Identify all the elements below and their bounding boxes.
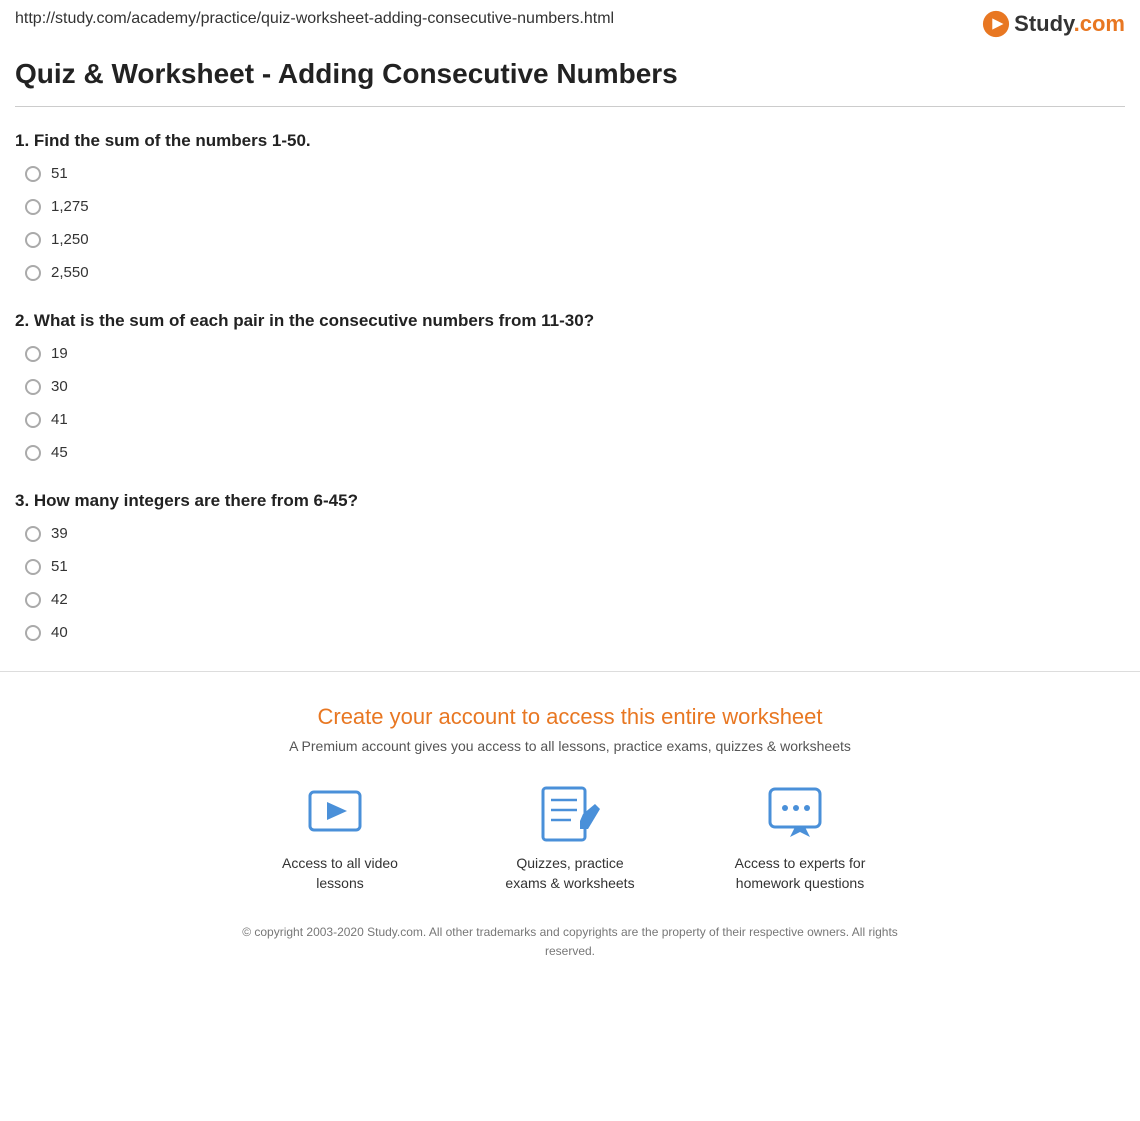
- question-1-text: 1. Find the sum of the numbers 1-50.: [15, 131, 1125, 151]
- cta-subtitle: A Premium account gives you access to al…: [20, 738, 1120, 754]
- feature-item-1: Access to all video lessons: [265, 784, 415, 893]
- answer-label-q3-o4: 40: [51, 624, 68, 641]
- question-1-option-2[interactable]: 1,275: [15, 198, 1125, 215]
- logo-icon: [982, 10, 1010, 38]
- radio-q3-o2[interactable]: [25, 559, 41, 575]
- answer-label-q2-o3: 41: [51, 411, 68, 428]
- question-3-option-4[interactable]: 40: [15, 624, 1125, 641]
- question-2-option-1[interactable]: 19: [15, 345, 1125, 362]
- question-2-option-4[interactable]: 45: [15, 444, 1125, 461]
- radio-q2-o4[interactable]: [25, 445, 41, 461]
- answer-label-q3-o2: 51: [51, 558, 68, 575]
- answer-label-q3-o3: 42: [51, 591, 68, 608]
- feature-label-2: Quizzes, practice exams & worksheets: [495, 854, 645, 893]
- answer-label-q1-o2: 1,275: [51, 198, 89, 215]
- question-2-text: 2. What is the sum of each pair in the c…: [15, 311, 1125, 331]
- feature-icon-expert: [765, 784, 835, 844]
- question-1-option-3[interactable]: 1,250: [15, 231, 1125, 248]
- page-title: Quiz & Worksheet - Adding Consecutive Nu…: [15, 58, 1125, 90]
- question-3: 3. How many integers are there from 6-45…: [15, 491, 1125, 641]
- question-1: 1. Find the sum of the numbers 1-50. 51 1,…: [15, 131, 1125, 281]
- feature-icon-quiz: [535, 784, 605, 844]
- answer-label-q3-o1: 39: [51, 525, 68, 542]
- footer-text: © copyright 2003-2020 Study.com. All oth…: [220, 923, 920, 961]
- logo: Study.com: [982, 10, 1125, 38]
- answer-label-q2-o4: 45: [51, 444, 68, 461]
- radio-q3-o4[interactable]: [25, 625, 41, 641]
- question-1-option-4[interactable]: 2,550: [15, 264, 1125, 281]
- radio-q1-o3[interactable]: [25, 232, 41, 248]
- features-row: Access to all video lessons Quizzes, pra…: [20, 784, 1120, 893]
- answer-label-q2-o1: 19: [51, 345, 68, 362]
- question-3-text: 3. How many integers are there from 6-45…: [15, 491, 1125, 511]
- questions-container: 1. Find the sum of the numbers 1-50. 51 1,…: [15, 131, 1125, 641]
- radio-q1-o2[interactable]: [25, 199, 41, 215]
- question-1-option-1[interactable]: 51: [15, 165, 1125, 182]
- question-3-option-3[interactable]: 42: [15, 591, 1125, 608]
- feature-icon-video: [305, 784, 375, 844]
- radio-q2-o2[interactable]: [25, 379, 41, 395]
- question-2-option-2[interactable]: 30: [15, 378, 1125, 395]
- answer-label-q1-o3: 1,250: [51, 231, 89, 248]
- url-bar: http://study.com/academy/practice/quiz-w…: [15, 10, 614, 28]
- radio-q3-o3[interactable]: [25, 592, 41, 608]
- radio-q1-o1[interactable]: [25, 166, 41, 182]
- feature-item-3: Access to experts for homework questions: [725, 784, 875, 893]
- feature-label-3: Access to experts for homework questions: [725, 854, 875, 893]
- question-2: 2. What is the sum of each pair in the c…: [15, 311, 1125, 461]
- title-divider: [15, 106, 1125, 107]
- radio-q1-o4[interactable]: [25, 265, 41, 281]
- answer-label-q1-o1: 51: [51, 165, 68, 182]
- question-3-option-2[interactable]: 51: [15, 558, 1125, 575]
- answer-label-q1-o4: 2,550: [51, 264, 89, 281]
- feature-item-2: Quizzes, practice exams & worksheets: [495, 784, 645, 893]
- question-2-option-3[interactable]: 41: [15, 411, 1125, 428]
- feature-label-1: Access to all video lessons: [265, 854, 415, 893]
- radio-q2-o1[interactable]: [25, 346, 41, 362]
- cta-title: Create your account to access this entir…: [20, 704, 1120, 730]
- question-3-option-1[interactable]: 39: [15, 525, 1125, 542]
- radio-q3-o1[interactable]: [25, 526, 41, 542]
- url-text: http://study.com/academy/practice/quiz-w…: [15, 10, 614, 27]
- logo-text: Study.com: [1014, 11, 1125, 37]
- radio-q2-o3[interactable]: [25, 412, 41, 428]
- cta-section: Create your account to access this entir…: [0, 671, 1140, 982]
- answer-label-q2-o2: 30: [51, 378, 68, 395]
